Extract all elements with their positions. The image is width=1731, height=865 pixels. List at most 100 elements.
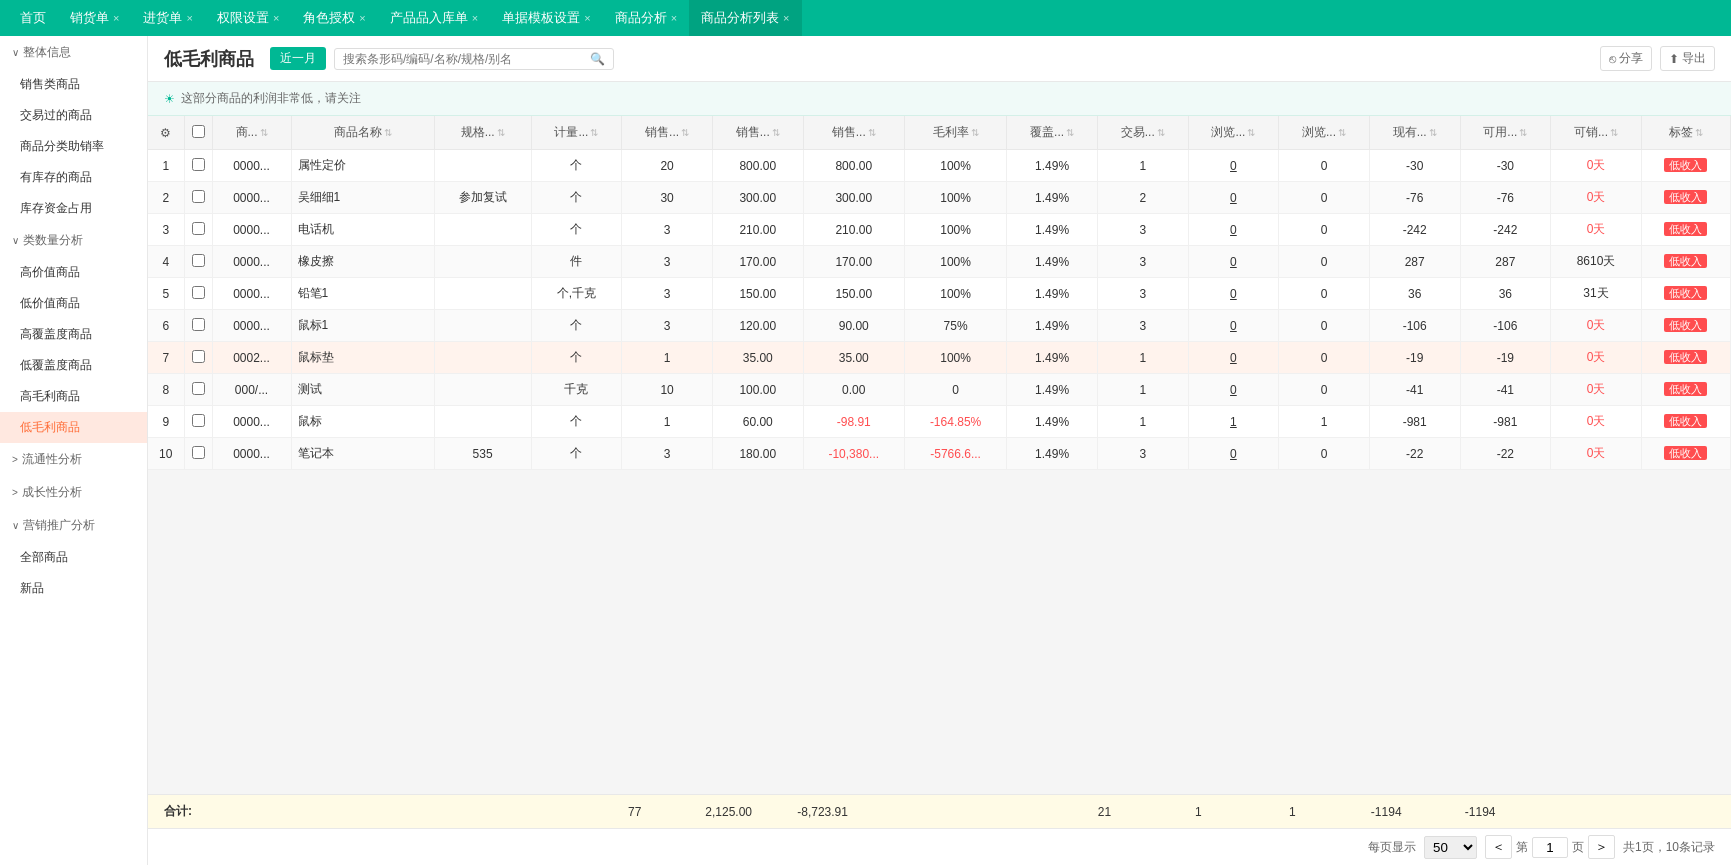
close-icon[interactable]: × <box>671 12 677 24</box>
next-page-button[interactable]: ＞ <box>1588 835 1615 859</box>
col-sales-profit[interactable]: 销售...⇅ <box>803 116 904 150</box>
sidebar-group-growth-title[interactable]: > 成长性分析 <box>0 476 147 509</box>
row-transaction: 1 <box>1097 150 1188 182</box>
row-sales-profit: 800.00 <box>803 150 904 182</box>
filter-recent-month-button[interactable]: 近一月 <box>270 47 326 70</box>
tag-badge: 低收入 <box>1664 190 1707 204</box>
nav-product-analysis[interactable]: 商品分析 × <box>603 0 689 36</box>
export-button[interactable]: ⬆ 导出 <box>1660 46 1715 71</box>
row-checkbox[interactable] <box>192 318 205 331</box>
col-code[interactable]: 商...⇅ <box>212 116 291 150</box>
row-code: 000/... <box>212 374 291 406</box>
col-unit[interactable]: 计量...⇅ <box>531 116 622 150</box>
row-checkbox[interactable] <box>192 414 205 427</box>
total-browse2: 1 <box>1245 805 1339 819</box>
row-checkbox[interactable] <box>192 222 205 235</box>
col-saleable[interactable]: 可销...⇅ <box>1551 116 1642 150</box>
sidebar-group-marketing-title[interactable]: ∨ 营销推广分析 <box>0 509 147 542</box>
nav-home[interactable]: 首页 <box>8 0 58 36</box>
col-tag[interactable]: 标签⇅ <box>1641 116 1730 150</box>
nav-product-entry[interactable]: 产品品入库单 × <box>378 0 490 36</box>
row-checkbox[interactable] <box>192 382 205 395</box>
sidebar-group-circulation: > 流通性分析 <box>0 443 147 476</box>
row-sales-amount: 35.00 <box>712 342 803 374</box>
nav-sales-order[interactable]: 销货单 × <box>58 0 131 36</box>
close-icon[interactable]: × <box>273 12 279 24</box>
sidebar-item-category-rate[interactable]: 商品分类助销率 <box>0 131 147 162</box>
col-browse1[interactable]: 浏览...⇅ <box>1188 116 1279 150</box>
row-checkbox[interactable] <box>192 158 205 171</box>
col-coverage[interactable]: 覆盖...⇅ <box>1007 116 1098 150</box>
col-gross-margin[interactable]: 毛利率⇅ <box>904 116 1006 150</box>
sidebar-item-low-value[interactable]: 低价值商品 <box>0 288 147 319</box>
close-icon[interactable]: × <box>113 12 119 24</box>
nav-product-analysis-list[interactable]: 商品分析列表 × <box>689 0 801 36</box>
sidebar-item-low-margin[interactable]: 低毛利商品 <box>0 412 147 443</box>
row-available: -242 <box>1460 214 1551 246</box>
row-checkbox[interactable] <box>192 190 205 203</box>
sidebar-item-stocked-products[interactable]: 有库存的商品 <box>0 162 147 193</box>
row-tag: 低收入 <box>1641 310 1730 342</box>
page-size-select[interactable]: 50 100 200 <box>1424 836 1477 859</box>
share-button[interactable]: ⎋ 分享 <box>1600 46 1652 71</box>
sidebar-item-high-coverage[interactable]: 高覆盖度商品 <box>0 319 147 350</box>
row-index: 4 <box>148 246 184 278</box>
sort-icon: ⇅ <box>497 127 505 138</box>
row-index: 7 <box>148 342 184 374</box>
row-checkbox[interactable] <box>192 286 205 299</box>
row-gross-margin: 75% <box>904 310 1006 342</box>
sidebar-group-overall-title[interactable]: ∨ 整体信息 <box>0 36 147 69</box>
close-icon[interactable]: × <box>783 12 789 24</box>
sidebar-item-high-margin[interactable]: 高毛利商品 <box>0 381 147 412</box>
sidebar-item-sales-products[interactable]: 销售类商品 <box>0 69 147 100</box>
prev-page-button[interactable]: ＜ <box>1485 835 1512 859</box>
sidebar-item-low-coverage[interactable]: 低覆盖度商品 <box>0 350 147 381</box>
table-body: 1 0000... 属性定价 个 20 800.00 800.00 100% 1… <box>148 150 1731 470</box>
row-checkbox[interactable] <box>192 254 205 267</box>
col-spec[interactable]: 规格...⇅ <box>434 116 531 150</box>
row-available: -106 <box>1460 310 1551 342</box>
col-browse2[interactable]: 浏览...⇅ <box>1279 116 1370 150</box>
col-settings[interactable]: ⚙ <box>148 116 184 150</box>
col-name[interactable]: 商品名称⇅ <box>291 116 434 150</box>
sidebar-group-circulation-title[interactable]: > 流通性分析 <box>0 443 147 476</box>
sidebar-item-capital-usage[interactable]: 库存资金占用 <box>0 193 147 224</box>
row-name: 属性定价 <box>291 150 434 182</box>
select-all-checkbox[interactable] <box>192 125 205 138</box>
row-sales-amount: 60.00 <box>712 406 803 438</box>
row-browse2: 0 <box>1279 342 1370 374</box>
sidebar-item-traded-products[interactable]: 交易过的商品 <box>0 100 147 131</box>
close-icon[interactable]: × <box>584 12 590 24</box>
row-checkbox[interactable] <box>192 446 205 459</box>
sidebar-group-quantity-title[interactable]: ∨ 类数量分析 <box>0 224 147 257</box>
sidebar-item-new-products[interactable]: 新品 <box>0 573 147 604</box>
row-sales-qty: 30 <box>622 182 713 214</box>
row-unit: 个 <box>531 406 622 438</box>
nav-template-settings[interactable]: 单据模板设置 × <box>490 0 602 36</box>
close-icon[interactable]: × <box>472 12 478 24</box>
sidebar-item-all-products[interactable]: 全部商品 <box>0 542 147 573</box>
row-spec <box>434 214 531 246</box>
row-transaction: 3 <box>1097 310 1188 342</box>
col-current-stock[interactable]: 现有...⇅ <box>1369 116 1460 150</box>
row-code: 0000... <box>212 182 291 214</box>
col-sales-amount[interactable]: 销售...⇅ <box>712 116 803 150</box>
col-available[interactable]: 可用...⇅ <box>1460 116 1551 150</box>
close-icon[interactable]: × <box>359 12 365 24</box>
sidebar-item-high-value[interactable]: 高价值商品 <box>0 257 147 288</box>
tag-badge: 低收入 <box>1664 318 1707 332</box>
close-icon[interactable]: × <box>186 12 192 24</box>
row-checkbox[interactable] <box>192 350 205 363</box>
row-gross-margin: 100% <box>904 214 1006 246</box>
nav-role-auth[interactable]: 角色授权 × <box>291 0 377 36</box>
col-sales-qty[interactable]: 销售...⇅ <box>622 116 713 150</box>
col-transaction[interactable]: 交易...⇅ <box>1097 116 1188 150</box>
nav-permission-settings[interactable]: 权限设置 × <box>205 0 291 36</box>
page-number-input[interactable] <box>1532 837 1568 858</box>
settings-icon: ⚙ <box>160 126 171 140</box>
export-icon: ⬆ <box>1669 52 1679 66</box>
search-input[interactable] <box>343 52 590 66</box>
row-spec: 535 <box>434 438 531 470</box>
row-saleable: 0天 <box>1551 214 1642 246</box>
nav-purchase-order[interactable]: 进货单 × <box>131 0 204 36</box>
